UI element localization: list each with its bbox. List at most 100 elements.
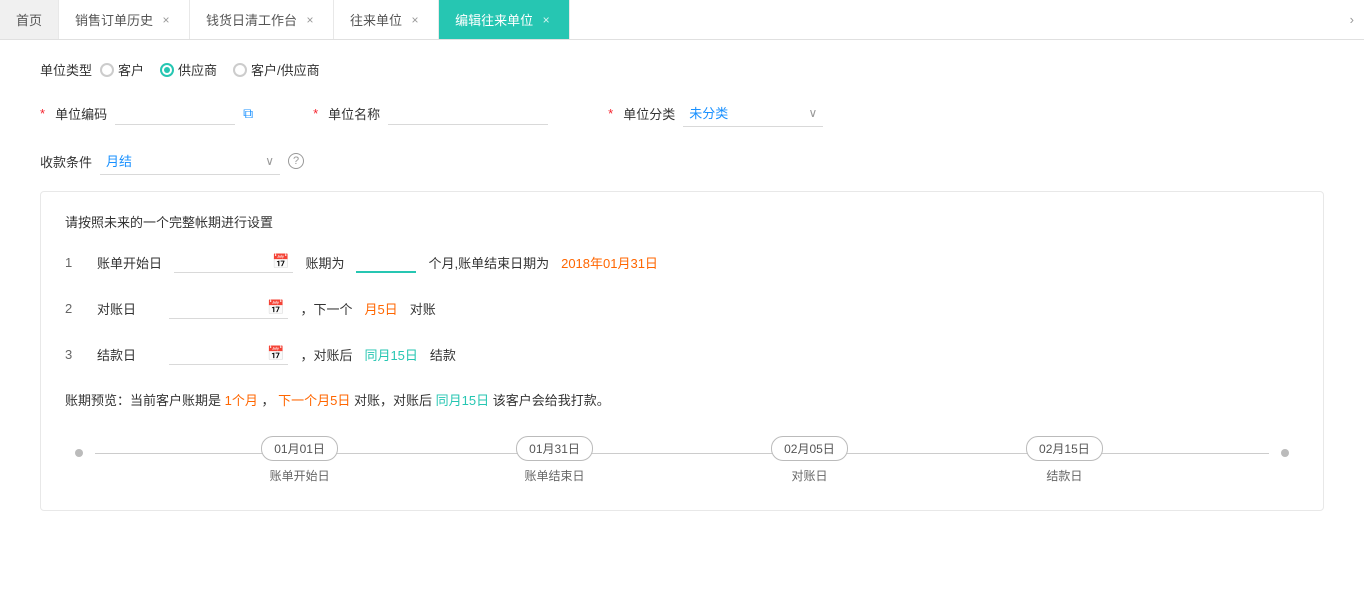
date-field-3[interactable]: 2018-02-15 — [173, 346, 263, 361]
payment-terms-group: 收款条件 月结 ∨ ? — [40, 147, 304, 175]
calendar-icon-2[interactable]: 📅 — [267, 299, 284, 316]
date-input-1: 2018-01-01 📅 — [174, 251, 293, 273]
setting-row-3: 3 结款日 2018-02-15 📅 ，对账后 同月15日 结款 — [65, 343, 1299, 365]
preview-part2: 下一个月5日 — [278, 393, 350, 408]
tab-cash-work-close[interactable]: × — [303, 13, 317, 27]
tab-sales-history-close[interactable]: × — [159, 13, 173, 27]
preview-part3: 同月15日 — [436, 393, 489, 408]
unit-code-required: * — [40, 106, 45, 121]
payment-terms-row: 收款条件 月结 ∨ ? — [40, 147, 1324, 175]
payment-terms-value: 月结 — [106, 151, 265, 170]
timeline-start — [75, 436, 83, 490]
timeline-end — [1281, 436, 1289, 490]
timeline-end-dot — [1281, 449, 1289, 457]
period-input[interactable]: 1 — [356, 252, 416, 273]
payment-terms-select[interactable]: 月结 ∨ — [100, 147, 280, 175]
unit-name-label: 单位名称 — [328, 104, 380, 123]
setting-row-2: 2 对账日 2018-02-05 📅 ，下一个 月5日 对账 — [65, 297, 1299, 319]
tab-partner-unit-label: 往来单位 — [350, 10, 402, 29]
timeline-badge-3: 02月05日 — [771, 436, 848, 461]
radio-supplier-circle — [160, 63, 174, 77]
main-content: 单位类型 客户 供应商 客户/供应商 * 单位编码 00000 — [0, 40, 1364, 608]
settings-box: 请按照未来的一个完整帐期进行设置 1 账单开始日 2018-01-01 📅 账期… — [40, 191, 1324, 511]
payment-terms-label: 收款条件 — [40, 152, 92, 171]
unit-type-group: 单位类型 客户 供应商 客户/供应商 — [40, 60, 320, 79]
highlight-2: 月5日 — [364, 299, 397, 318]
timeline-point-1: 01月01日 账单开始日 — [261, 436, 338, 490]
timeline-label-3: 对账日 — [791, 467, 827, 484]
unit-category-group: * 单位分类 未分类 ∨ — [608, 99, 823, 127]
calendar-icon-1[interactable]: 📅 — [272, 253, 289, 270]
tab-edit-partner-close[interactable]: × — [539, 13, 553, 27]
tab-cash-work-label: 钱货日清工作台 — [206, 10, 297, 29]
unit-name-required: * — [313, 106, 318, 121]
tab-edit-partner-label: 编辑往来单位 — [455, 10, 533, 29]
tab-home-label: 首页 — [16, 10, 42, 29]
radio-group: 客户 供应商 客户/供应商 — [100, 60, 320, 79]
radio-both-label: 客户/供应商 — [251, 60, 320, 79]
payment-terms-chevron: ∨ — [265, 154, 274, 168]
radio-both-circle — [233, 63, 247, 77]
timeline-label-2: 账单结束日 — [525, 467, 585, 484]
suffix-pre-2: ，下一个 — [300, 299, 352, 318]
timeline-badge-1: 01月01日 — [261, 436, 338, 461]
preview-mid2: 对账，对账后 — [354, 393, 432, 408]
radio-supplier[interactable]: 供应商 — [160, 60, 217, 79]
unit-category-value: 未分类 — [689, 103, 808, 122]
tab-partner-unit[interactable]: 往来单位 × — [334, 0, 439, 39]
suffix-post-3: 结款 — [430, 345, 456, 364]
row-num-3: 3 — [65, 347, 85, 362]
timeline-badge-4: 02月15日 — [1026, 436, 1103, 461]
timeline-point-2: 01月31日 账单结束日 — [516, 436, 593, 490]
preview-prefix: 账期预览：当前客户账期是 — [65, 393, 221, 408]
suffix-pre-1: 账期为 — [305, 253, 344, 272]
tab-sales-history[interactable]: 销售订单历史 × — [59, 0, 190, 39]
radio-supplier-label: 供应商 — [178, 60, 217, 79]
unit-name-group: * 单位名称 河南供应商22 — [313, 101, 548, 125]
preview-suffix: 该客户会给我打款。 — [493, 393, 610, 408]
timeline-points: 01月01日 账单开始日 01月31日 账单结束日 02月05日 对账日 02月… — [75, 436, 1289, 490]
timeline-label-1: 账单开始日 — [270, 467, 330, 484]
timeline-start-dot — [75, 449, 83, 457]
tab-cash-work[interactable]: 钱货日清工作台 × — [190, 0, 334, 39]
date-input-3: 2018-02-15 📅 — [169, 343, 288, 365]
timeline-point-4: 02月15日 结款日 — [1026, 436, 1103, 490]
unit-code-label: 单位编码 — [55, 104, 107, 123]
unit-category-required: * — [608, 106, 613, 121]
unit-type-label: 单位类型 — [40, 60, 92, 79]
tab-edit-partner[interactable]: 编辑往来单位 × — [439, 0, 570, 39]
preview-text: 账期预览：当前客户账期是 1个月 ， 下一个月5日 对账，对账后 同月15日 该… — [65, 389, 1299, 412]
unit-code-input[interactable]: 000001 — [115, 101, 235, 125]
suffix-post-1: 个月,账单结束日期为 — [428, 253, 549, 272]
unit-name-input[interactable]: 河南供应商22 — [388, 101, 548, 125]
tab-partner-unit-close[interactable]: × — [408, 13, 422, 27]
help-icon[interactable]: ? — [288, 153, 304, 169]
timeline-point-3: 02月05日 对账日 — [771, 436, 848, 490]
tab-bar: 首页 销售订单历史 × 钱货日清工作台 × 往来单位 × 编辑往来单位 × › — [0, 0, 1364, 40]
preview-mid1: ， — [262, 393, 275, 408]
copy-icon[interactable]: ⧉ — [243, 105, 253, 122]
row-num-1: 1 — [65, 255, 85, 270]
radio-customer-label: 客户 — [118, 60, 144, 79]
radio-customer[interactable]: 客户 — [100, 60, 144, 79]
unit-category-chevron: ∨ — [808, 106, 817, 120]
timeline: 01月01日 账单开始日 01月31日 账单结束日 02月05日 对账日 02月… — [65, 436, 1299, 490]
highlight-3: 同月15日 — [364, 345, 417, 364]
unit-category-label: 单位分类 — [623, 104, 675, 123]
suffix-post-2: 对账 — [410, 299, 436, 318]
unit-type-row: 单位类型 客户 供应商 客户/供应商 — [40, 60, 1324, 79]
tab-sales-history-label: 销售订单历史 — [75, 10, 153, 29]
suffix-pre-3: ，对账后 — [300, 345, 352, 364]
date-field-2[interactable]: 2018-02-05 — [173, 300, 263, 315]
tab-more-button[interactable]: › — [1340, 0, 1364, 39]
radio-customer-circle — [100, 63, 114, 77]
radio-both[interactable]: 客户/供应商 — [233, 60, 320, 79]
unit-info-row: * 单位编码 000001 ⧉ * 单位名称 河南供应商22 * 单位分类 未分… — [40, 99, 1324, 127]
tab-home[interactable]: 首页 — [0, 0, 59, 39]
calendar-icon-3[interactable]: 📅 — [267, 345, 284, 362]
unit-category-select[interactable]: 未分类 ∨ — [683, 99, 823, 127]
setting-row-1: 1 账单开始日 2018-01-01 📅 账期为 1 个月,账单结束日期为 20… — [65, 251, 1299, 273]
row-label-1: 账单开始日 — [97, 253, 162, 272]
date-field-1[interactable]: 2018-01-01 — [178, 254, 268, 269]
preview-part1: 1个月 — [225, 393, 258, 408]
